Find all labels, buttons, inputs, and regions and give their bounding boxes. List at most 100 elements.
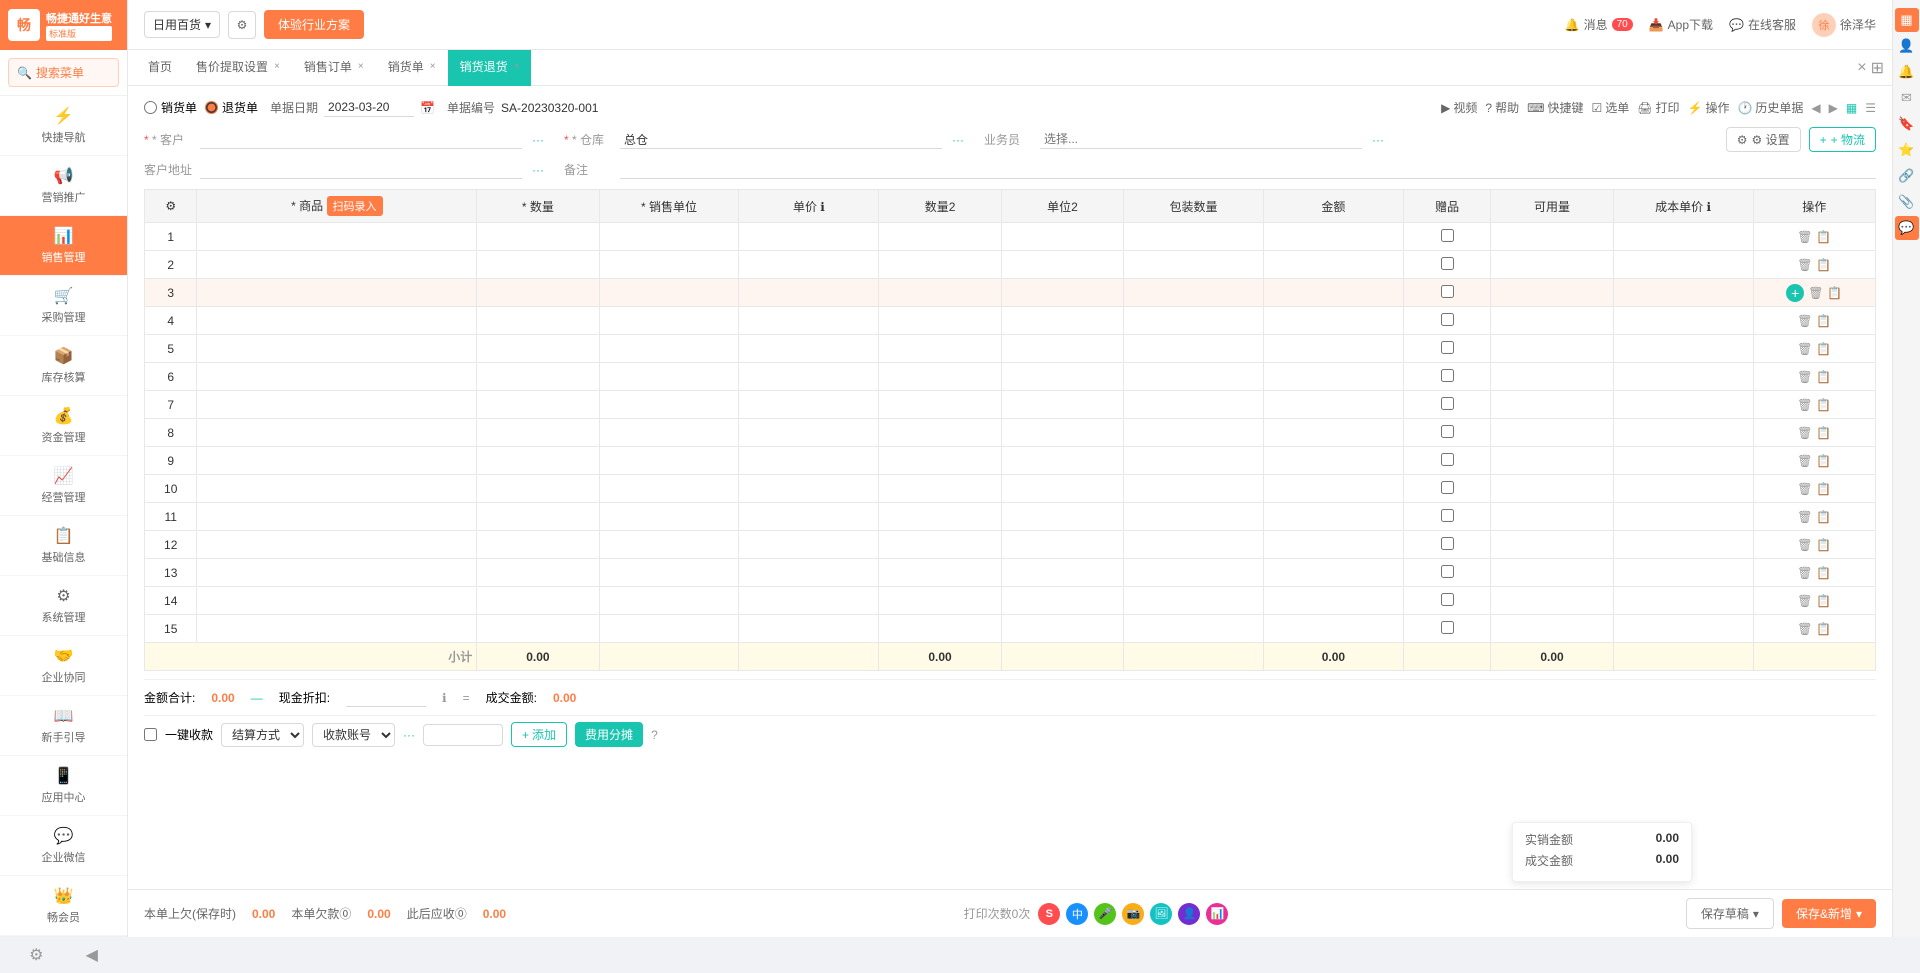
- unit-price-cell-6[interactable]: [739, 363, 879, 391]
- sidebar-item-wechat[interactable]: 💬 企业微信: [0, 816, 127, 876]
- product-cell-13[interactable]: [197, 559, 477, 587]
- sidebar-item-basic-info[interactable]: 📋 基础信息: [0, 516, 127, 576]
- pack-qty-cell-8[interactable]: [1124, 419, 1264, 447]
- copy-row-btn-12[interactable]: 📋: [1816, 538, 1831, 552]
- gift-checkbox-2[interactable]: [1441, 257, 1454, 270]
- product-input-3[interactable]: [201, 286, 472, 300]
- product-cell-14[interactable]: [197, 587, 477, 615]
- gift-cell-6[interactable]: [1403, 363, 1490, 391]
- address-select-btn[interactable]: ···: [532, 163, 544, 177]
- unit2-cell-2[interactable]: [1001, 251, 1123, 279]
- gift-cell-11[interactable]: [1403, 503, 1490, 531]
- delete-row-btn-4[interactable]: 🗑: [1797, 314, 1812, 328]
- cost-price-cell-4[interactable]: [1613, 307, 1753, 335]
- pack-qty-cell-6[interactable]: [1124, 363, 1264, 391]
- sales-unit-cell-13[interactable]: [599, 559, 739, 587]
- quantity2-cell-2[interactable]: [879, 251, 1001, 279]
- quantity2-cell-10[interactable]: [879, 475, 1001, 503]
- amount-cell-15[interactable]: [1264, 615, 1404, 643]
- available-cell-1[interactable]: [1491, 223, 1613, 251]
- unit-price-cell-4[interactable]: [739, 307, 879, 335]
- cost-price-cell-10[interactable]: [1613, 475, 1753, 503]
- cost-price-cell-15[interactable]: [1613, 615, 1753, 643]
- unit2-cell-1[interactable]: [1001, 223, 1123, 251]
- amount-cell-11[interactable]: [1264, 503, 1404, 531]
- pack-qty-cell-13[interactable]: [1124, 559, 1264, 587]
- category-select[interactable]: 日用百货 ▾: [144, 11, 220, 38]
- copy-row-btn-11[interactable]: 📋: [1816, 510, 1831, 524]
- experience-plan-button[interactable]: 体验行业方案: [264, 10, 364, 39]
- sidebar-item-quick-nav[interactable]: ⚡ 快捷导航: [0, 96, 127, 156]
- discount-input[interactable]: [346, 688, 426, 707]
- unit-price-cell-3[interactable]: [739, 279, 879, 307]
- quantity-cell-9[interactable]: [477, 447, 599, 475]
- sales-unit-cell-8[interactable]: [599, 419, 739, 447]
- unit-price-cell-2[interactable]: [739, 251, 879, 279]
- tab-sales-bill[interactable]: 销货单 ×: [376, 50, 448, 86]
- delete-row-btn-6[interactable]: 🗑: [1797, 370, 1812, 384]
- cost-price-cell-12[interactable]: [1613, 531, 1753, 559]
- help-btn[interactable]: ? 帮助: [1485, 99, 1519, 116]
- quantity-cell-3[interactable]: [477, 279, 599, 307]
- available-cell-9[interactable]: [1491, 447, 1613, 475]
- copy-row-btn-9[interactable]: 📋: [1816, 454, 1831, 468]
- unit-price-cell-9[interactable]: [739, 447, 879, 475]
- amount-cell-14[interactable]: [1264, 587, 1404, 615]
- sales-unit-cell-3[interactable]: [599, 279, 739, 307]
- unit2-cell-13[interactable]: [1001, 559, 1123, 587]
- product-cell-8[interactable]: [197, 419, 477, 447]
- account-select[interactable]: 收款账号: [312, 723, 395, 747]
- pack-qty-cell-1[interactable]: [1124, 223, 1264, 251]
- amount-cell-10[interactable]: [1264, 475, 1404, 503]
- quantity-cell-11[interactable]: [477, 503, 599, 531]
- copy-row-btn-15[interactable]: 📋: [1816, 622, 1831, 636]
- warehouse-input[interactable]: [620, 130, 942, 149]
- cost-price-cell-1[interactable]: [1613, 223, 1753, 251]
- quantity2-cell-3[interactable]: [879, 279, 1001, 307]
- payment-help-icon[interactable]: ?: [651, 728, 658, 742]
- amount-cell-13[interactable]: [1264, 559, 1404, 587]
- sidebar-item-enterprise[interactable]: 🤝 企业协同: [0, 636, 127, 696]
- sales-unit-cell-12[interactable]: [599, 531, 739, 559]
- gift-cell-12[interactable]: [1403, 531, 1490, 559]
- unit-price-cell-1[interactable]: [739, 223, 879, 251]
- delete-row-btn-13[interactable]: 🗑: [1797, 566, 1812, 580]
- available-cell-8[interactable]: [1491, 419, 1613, 447]
- warehouse-select-btn[interactable]: ···: [952, 133, 964, 147]
- cost-price-cell-5[interactable]: [1613, 335, 1753, 363]
- product-cell-6[interactable]: [197, 363, 477, 391]
- gift-cell-13[interactable]: [1403, 559, 1490, 587]
- right-icon-mail[interactable]: ✉: [1895, 86, 1919, 110]
- gift-checkbox-10[interactable]: [1441, 481, 1454, 494]
- amount-cell-5[interactable]: [1264, 335, 1404, 363]
- unit2-cell-4[interactable]: [1001, 307, 1123, 335]
- copy-row-btn-14[interactable]: 📋: [1816, 594, 1831, 608]
- gift-cell-10[interactable]: [1403, 475, 1490, 503]
- amount-cell-2[interactable]: [1264, 251, 1404, 279]
- unit2-cell-9[interactable]: [1001, 447, 1123, 475]
- product-cell-7[interactable]: [197, 391, 477, 419]
- sales-unit-cell-1[interactable]: [599, 223, 739, 251]
- tab-sales-return[interactable]: 销货退货 ×: [448, 50, 532, 86]
- sales-unit-cell-14[interactable]: [599, 587, 739, 615]
- delete-row-btn-3[interactable]: 🗑: [1808, 286, 1823, 300]
- amount-cell-1[interactable]: [1264, 223, 1404, 251]
- available-cell-13[interactable]: [1491, 559, 1613, 587]
- sidebar-item-member[interactable]: 👑 畅会员: [0, 876, 127, 936]
- customer-select-btn[interactable]: ···: [532, 133, 544, 147]
- unit-price-cell-8[interactable]: [739, 419, 879, 447]
- sales-unit-cell-7[interactable]: [599, 391, 739, 419]
- notes-input[interactable]: [620, 160, 1876, 179]
- calendar-icon[interactable]: 📅: [420, 101, 435, 115]
- pack-qty-cell-4[interactable]: [1124, 307, 1264, 335]
- fee-split-btn[interactable]: 费用分摊: [575, 722, 643, 747]
- quantity2-cell-8[interactable]: [879, 419, 1001, 447]
- quantity-cell-10[interactable]: [477, 475, 599, 503]
- right-icon-grid[interactable]: ▦: [1895, 8, 1919, 32]
- delete-row-btn-15[interactable]: 🗑: [1797, 622, 1812, 636]
- unit2-cell-14[interactable]: [1001, 587, 1123, 615]
- sidebar-item-sales[interactable]: 📊 销售管理: [0, 216, 127, 276]
- pack-qty-cell-15[interactable]: [1124, 615, 1264, 643]
- tab-price-setting-close[interactable]: ×: [274, 61, 280, 72]
- right-icon-bookmark[interactable]: 🔖: [1895, 112, 1919, 136]
